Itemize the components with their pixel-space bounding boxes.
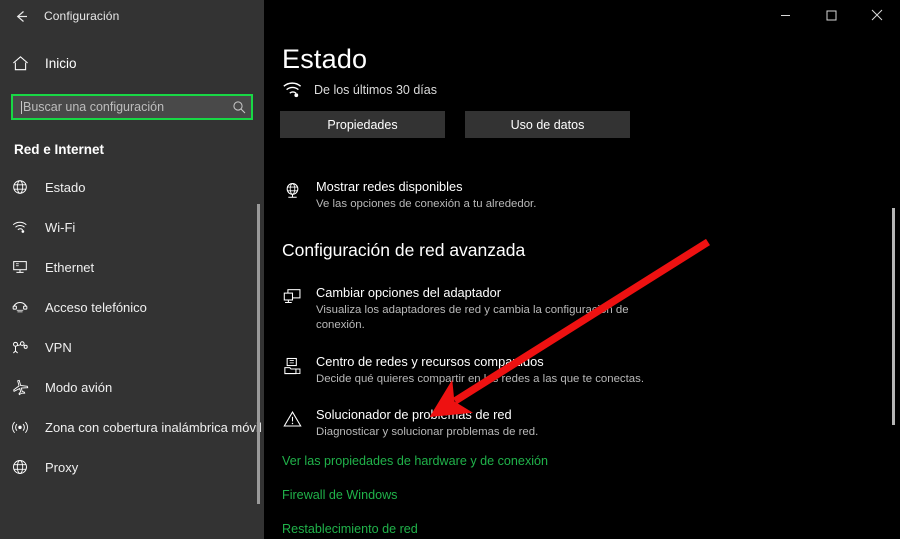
status-globe-icon — [11, 178, 41, 196]
link-network-reset[interactable]: Restablecimiento de red — [282, 522, 418, 536]
airplane-icon — [11, 378, 41, 396]
sidebar-item-label: Wi-Fi — [45, 219, 76, 235]
change-adapter-options[interactable]: Cambiar opciones del adaptador Visualiza… — [282, 285, 646, 333]
sidebar-item-label: Acceso telefónico — [45, 299, 147, 315]
sidebar-item-ethernet[interactable]: Ethernet — [0, 247, 264, 287]
action-buttons: Propiedades Uso de datos — [280, 111, 630, 138]
usage-summary: De los últimos 30 días — [282, 80, 437, 100]
window-title: Configuración — [44, 9, 120, 23]
sidebar-item-acceso-telefonico[interactable]: Acceso telefónico — [0, 287, 264, 327]
sidebar-item-label: Zona con cobertura inalámbrica móvil — [45, 419, 262, 435]
show-networks-title: Mostrar redes disponibles — [316, 179, 463, 194]
wifi-icon — [11, 218, 41, 236]
vpn-icon — [11, 338, 41, 356]
show-available-networks[interactable]: Mostrar redes disponibles Ve las opcione… — [282, 179, 536, 212]
shared-folders-icon — [282, 354, 314, 377]
search-placeholder: Buscar una configuración — [23, 100, 165, 114]
troubleshooter-subtitle: Diagnosticar y solucionar problemas de r… — [316, 426, 539, 438]
title-bar-left: Configuración — [0, 0, 264, 32]
ethernet-icon — [11, 258, 41, 276]
sidebar-item-label: Ethernet — [45, 259, 95, 275]
network-sharing-center[interactable]: Centro de redes y recursos compartidos D… — [282, 354, 644, 387]
search-icon[interactable] — [227, 100, 251, 114]
wifi-icon — [282, 80, 310, 100]
title-bar: Configuración — [0, 0, 900, 32]
content-scrollbar-track[interactable] — [886, 32, 900, 539]
data-usage-button[interactable]: Uso de datos — [465, 111, 630, 138]
sidebar-section-title: Red e Internet — [14, 142, 105, 157]
minimize-button[interactable] — [762, 0, 808, 30]
back-button[interactable] — [0, 0, 42, 32]
sidebar-nav-list: Estado Wi-Fi Ethernet Acceso telefónico … — [0, 167, 264, 487]
change-adapter-subtitle: Visualiza los adaptadores de red y cambi… — [316, 304, 629, 331]
proxy-globe-icon — [11, 458, 41, 476]
properties-button[interactable]: Propiedades — [280, 111, 445, 138]
link-hardware-connection-properties[interactable]: Ver las propiedades de hardware y de con… — [282, 454, 548, 468]
sidebar-item-label: Modo avión — [45, 379, 113, 395]
adapter-monitor-icon — [282, 285, 314, 308]
sidebar-item-home[interactable]: Inicio — [0, 44, 264, 82]
troubleshooter-text: Solucionador de problemas de red Diagnos… — [316, 407, 538, 440]
title-bar-right — [264, 0, 900, 32]
dialup-phone-icon — [11, 298, 41, 316]
content-scrollbar-thumb[interactable] — [892, 208, 895, 425]
network-troubleshooter[interactable]: Solucionador de problemas de red Diagnos… — [282, 407, 538, 440]
sidebar-item-label: Estado — [45, 179, 86, 195]
home-icon — [11, 54, 41, 73]
sidebar-item-label: VPN — [45, 339, 72, 355]
text-caret — [21, 100, 22, 114]
button-spacer — [445, 111, 465, 138]
link-windows-firewall[interactable]: Firewall de Windows — [282, 488, 397, 502]
maximize-button[interactable] — [808, 0, 854, 30]
show-networks-text: Mostrar redes disponibles Ve las opcione… — [316, 179, 536, 212]
sharing-center-text: Centro de redes y recursos compartidos D… — [316, 354, 644, 387]
sidebar-scrollbar[interactable] — [257, 204, 260, 504]
window-controls — [762, 0, 900, 30]
sidebar-item-wifi[interactable]: Wi-Fi — [0, 207, 264, 247]
sidebar-item-zona-cobertura[interactable]: Zona con cobertura inalámbrica móvil — [0, 407, 264, 447]
advanced-settings-heading: Configuración de red avanzada — [282, 240, 526, 260]
close-button[interactable] — [854, 0, 900, 30]
sharing-center-subtitle: Decide qué quieres compartir en las rede… — [316, 373, 644, 385]
troubleshooter-title: Solucionador de problemas de red — [316, 407, 512, 422]
show-networks-subtitle: Ve las opciones de conexión a tu alreded… — [316, 198, 537, 210]
warning-triangle-icon — [282, 407, 314, 430]
sidebar-item-modo-avion[interactable]: Modo avión — [0, 367, 264, 407]
sidebar-item-vpn[interactable]: VPN — [0, 327, 264, 367]
search-input[interactable]: Buscar una configuración — [11, 94, 253, 120]
page-title: Estado — [282, 44, 368, 74]
sidebar-item-label: Proxy — [45, 459, 79, 475]
network-globe-monitor-icon — [282, 179, 314, 202]
change-adapter-title: Cambiar opciones del adaptador — [316, 285, 501, 300]
sidebar-item-proxy[interactable]: Proxy — [0, 447, 264, 487]
change-adapter-text: Cambiar opciones del adaptador Visualiza… — [316, 285, 646, 333]
usage-summary-label: De los últimos 30 días — [314, 83, 437, 97]
mobile-hotspot-icon — [11, 418, 41, 436]
sharing-center-title: Centro de redes y recursos compartidos — [316, 354, 544, 369]
sidebar-item-estado[interactable]: Estado — [0, 167, 264, 207]
sidebar: Inicio Buscar una configuración Red e In… — [0, 32, 264, 539]
search-container: Buscar una configuración — [11, 94, 253, 120]
settings-window: Configuración Inicio Buscar una configur… — [0, 0, 900, 539]
main-content: Estado De los últimos 30 días Propiedade… — [264, 32, 900, 539]
sidebar-home-label: Inicio — [45, 55, 77, 71]
